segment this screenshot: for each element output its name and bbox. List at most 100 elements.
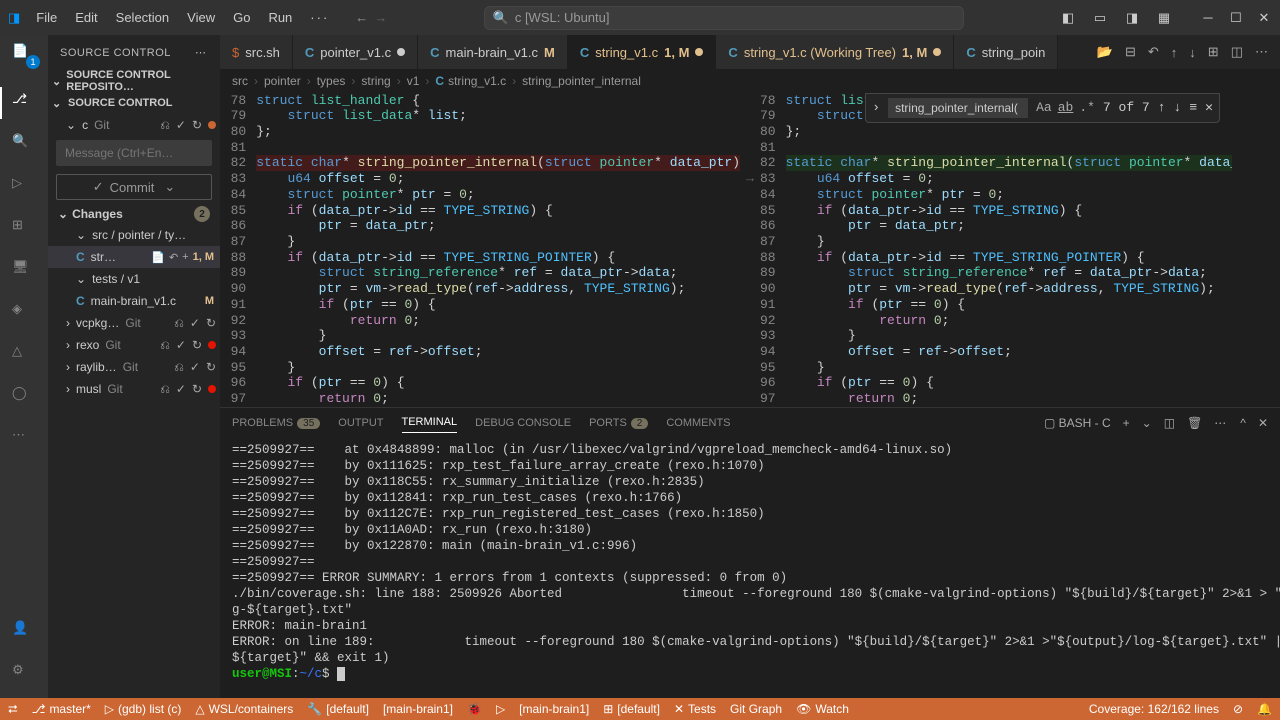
crumb[interactable]: src bbox=[232, 74, 248, 88]
commit-message-input[interactable] bbox=[56, 140, 212, 166]
folder-row[interactable]: ⌄ tests / v1 bbox=[48, 268, 220, 290]
toggle-primary-sidebar-icon[interactable]: ◧ bbox=[1060, 10, 1076, 26]
menu-run[interactable]: Run bbox=[260, 6, 300, 29]
file-row[interactable]: C str… 📄 ↶ + 1, M bbox=[48, 246, 220, 268]
status-remote-icon[interactable]: ⮂ bbox=[8, 702, 18, 717]
diff-left-pane[interactable]: 78 79 80 81 82 83 84 85 86 87 88 89 90 9… bbox=[220, 93, 740, 407]
tab[interactable]: Cmain-brain_v1.cM bbox=[418, 35, 568, 69]
status-preset-icon[interactable]: ⊞ [default] bbox=[603, 702, 660, 716]
nav-back-icon[interactable]: ← bbox=[355, 10, 368, 25]
status-tests[interactable]: ✕ Tests bbox=[674, 702, 716, 716]
prev-change-icon[interactable]: ⊟ bbox=[1125, 44, 1136, 60]
terminal-shell-label[interactable]: ▢ bash - c bbox=[1044, 416, 1111, 430]
view-graph-icon[interactable]: ⎌ bbox=[160, 118, 170, 133]
find-input[interactable] bbox=[888, 98, 1028, 118]
activity-extensions-icon[interactable]: ⊞ bbox=[12, 217, 36, 241]
open-changes-icon[interactable]: 📂 bbox=[1097, 44, 1113, 60]
panel-tab-comments[interactable]: COMMENTS bbox=[666, 413, 730, 433]
activity-bookmark-icon[interactable]: ◯ bbox=[12, 385, 36, 409]
panel-tab-terminal[interactable]: TERMINAL bbox=[402, 412, 458, 433]
open-file-icon[interactable]: 📄 bbox=[151, 251, 165, 264]
code-content[interactable]: struct list_handler { struct list_data* … bbox=[256, 93, 740, 407]
close-find-icon[interactable]: ✕ bbox=[1205, 100, 1213, 115]
view-graph-icon[interactable]: ⎌ bbox=[160, 338, 170, 353]
match-word-icon[interactable]: ab bbox=[1058, 100, 1074, 115]
discard-icon[interactable]: ↶ bbox=[169, 251, 178, 264]
changes-head[interactable]: ⌄ Changes 2 bbox=[48, 204, 220, 224]
menu-file[interactable]: File bbox=[28, 6, 65, 29]
commit-icon[interactable]: ✓ bbox=[176, 338, 186, 352]
close-icon[interactable]: ✕ bbox=[1256, 10, 1272, 26]
status-bell-icon[interactable]: 🔔 bbox=[1257, 702, 1272, 716]
activity-debug-icon[interactable]: ▷ bbox=[12, 175, 36, 199]
panel-tab-problems[interactable]: PROBLEMS35 bbox=[232, 413, 320, 433]
toggle-whitespace-icon[interactable]: ⊞ bbox=[1208, 44, 1219, 60]
menu-selection[interactable]: Selection bbox=[108, 6, 177, 29]
activity-scm-icon[interactable]: ⎇ bbox=[12, 91, 36, 115]
file-row[interactable]: C main-brain_v1.c M bbox=[48, 290, 220, 312]
kill-terminal-icon[interactable]: 🗑 bbox=[1187, 416, 1202, 430]
breadcrumb[interactable]: src› pointer› types› string› v1› Cstring… bbox=[220, 69, 1280, 92]
status-gitgraph[interactable]: Git Graph bbox=[730, 702, 782, 716]
crumb[interactable]: string bbox=[361, 74, 390, 88]
diff-editor[interactable]: 78 79 80 81 82 83 84 85 86 87 88 89 90 9… bbox=[220, 93, 1280, 407]
stage-icon[interactable]: + bbox=[182, 251, 188, 263]
arrow-up-icon[interactable]: ↑ bbox=[1171, 45, 1178, 60]
crumb[interactable]: string_pointer_internal bbox=[522, 74, 641, 88]
folder-row[interactable]: ⌄ src / pointer / ty… bbox=[48, 224, 220, 246]
view-graph-icon[interactable]: ⎌ bbox=[174, 316, 184, 331]
commit-message-field[interactable] bbox=[56, 140, 212, 166]
nav-forward-icon[interactable]: → bbox=[374, 10, 387, 25]
arrow-down-icon[interactable]: ↓ bbox=[1189, 45, 1196, 60]
maximize-panel-icon[interactable]: ^ bbox=[1240, 416, 1246, 430]
tab[interactable]: Cstring_poin bbox=[954, 35, 1058, 69]
regex-icon[interactable]: .* bbox=[1079, 100, 1095, 115]
menu-go[interactable]: Go bbox=[225, 6, 258, 29]
terminal-content[interactable]: ==2509927== at 0x4848899: malloc (in /us… bbox=[220, 438, 1280, 698]
split-editor-icon[interactable]: ◫ bbox=[1231, 44, 1243, 60]
status-build-variant[interactable]: 🔧 [default] bbox=[307, 702, 369, 716]
status-watch[interactable]: 👁 Watch bbox=[796, 702, 849, 716]
toggle-secondary-sidebar-icon[interactable]: ◨ bbox=[1124, 10, 1140, 26]
repo-row[interactable]: ›muslGit⎌✓↻ bbox=[48, 378, 220, 400]
activity-settings-icon[interactable]: ⚙ bbox=[12, 662, 36, 686]
panel-tab-output[interactable]: OUTPUT bbox=[338, 413, 383, 433]
tab[interactable]: $src.sh bbox=[220, 35, 293, 69]
crumb[interactable]: string_v1.c bbox=[448, 74, 506, 88]
toggle-panel-icon[interactable]: ▭ bbox=[1092, 10, 1108, 26]
maximize-icon[interactable]: ☐ bbox=[1228, 10, 1244, 26]
new-terminal-icon[interactable]: + bbox=[1123, 416, 1130, 430]
refresh-icon[interactable]: ↻ bbox=[192, 118, 202, 132]
find-filter-icon[interactable]: ≡ bbox=[1189, 100, 1197, 115]
panel-tab-ports[interactable]: PORTS2 bbox=[589, 413, 648, 433]
crumb[interactable]: pointer bbox=[264, 74, 301, 88]
minimize-icon[interactable]: ─ bbox=[1200, 10, 1216, 26]
tab[interactable]: Cpointer_v1.c bbox=[293, 35, 418, 69]
activity-more-icon[interactable]: ⋯ bbox=[12, 427, 36, 451]
revert-icon[interactable]: ↶ bbox=[1148, 44, 1159, 60]
code-content[interactable]: struct list_handler { struct list_data* … bbox=[786, 93, 1280, 407]
repo-row[interactable]: ›raylib…Git⎌✓↻ bbox=[48, 356, 220, 378]
status-debug-icon[interactable]: 🐞 bbox=[467, 702, 482, 716]
crumb[interactable]: types bbox=[317, 74, 346, 88]
menu-view[interactable]: View bbox=[179, 6, 223, 29]
scm-section-head[interactable]: ⌄ SOURCE CONTROL bbox=[48, 92, 220, 114]
activity-account-icon[interactable]: 👤 bbox=[12, 620, 36, 644]
terminal-dropdown-icon[interactable]: ⌄ bbox=[1142, 416, 1152, 430]
status-coverage[interactable]: Coverage: 162/162 lines bbox=[1089, 702, 1219, 716]
status-branch[interactable]: ⎇ master* bbox=[32, 702, 91, 716]
commit-button[interactable]: ✓ Commit ⌄ bbox=[56, 174, 212, 200]
customize-layout-icon[interactable]: ▦ bbox=[1156, 10, 1172, 26]
command-center[interactable]: 🔍 c [WSL: Ubuntu] bbox=[387, 6, 1060, 30]
repos-section-head[interactable]: ⌄ SOURCE CONTROL REPOSITO… bbox=[48, 70, 220, 92]
menu-more[interactable]: ··· bbox=[302, 6, 337, 29]
activity-explorer-icon[interactable]: 📄1 bbox=[12, 43, 36, 67]
commit-icon[interactable]: ✓ bbox=[190, 360, 200, 374]
next-match-icon[interactable]: ↓ bbox=[1174, 100, 1182, 115]
status-gdb[interactable]: ▷ (gdb) list (c) bbox=[105, 702, 182, 716]
match-case-icon[interactable]: Aa bbox=[1036, 100, 1052, 115]
close-panel-icon[interactable]: ✕ bbox=[1258, 416, 1268, 430]
refresh-icon[interactable]: ↻ bbox=[206, 360, 216, 374]
more-icon[interactable]: ⋯ bbox=[1255, 44, 1270, 60]
status-peek-icon[interactable]: ⊘ bbox=[1233, 702, 1243, 716]
